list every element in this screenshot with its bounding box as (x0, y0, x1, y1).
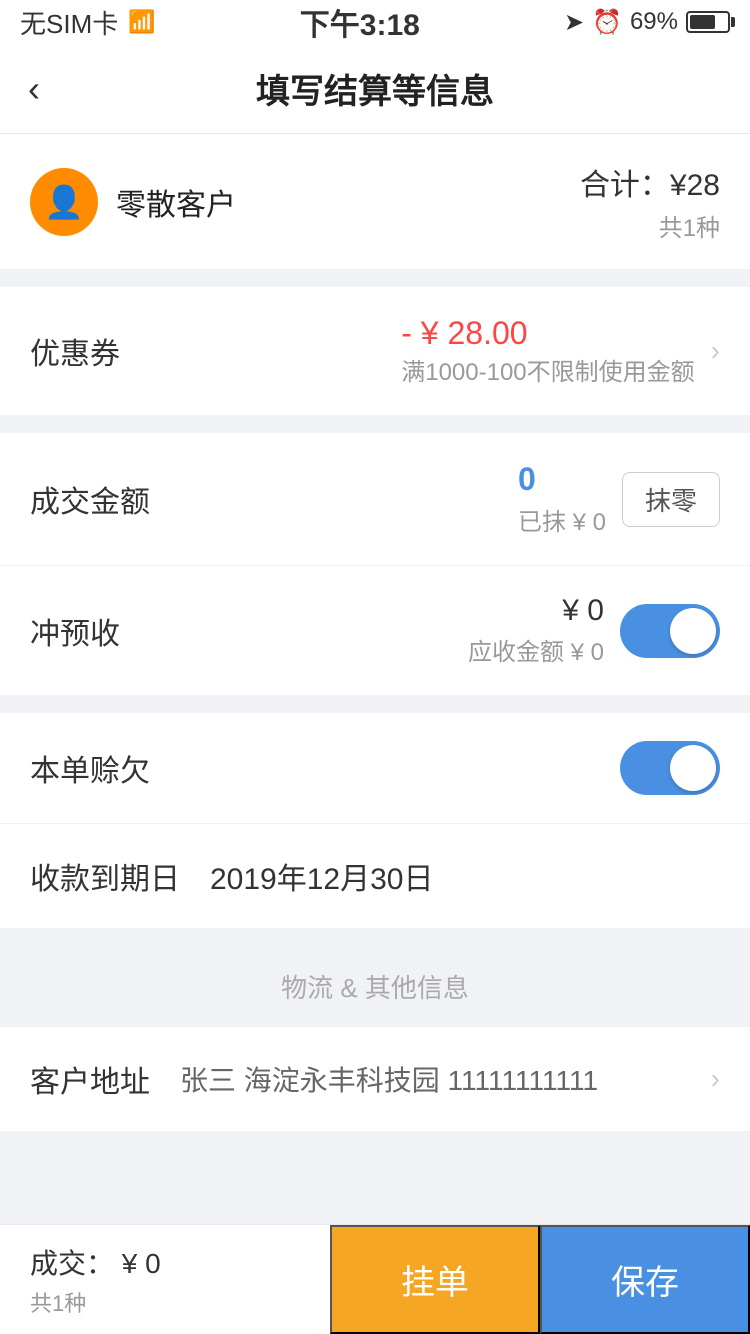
bottom-deal-amount: ¥ 0 (122, 1248, 161, 1279)
save-button[interactable]: 保存 (540, 1225, 750, 1334)
wifi-icon: 📶 (128, 9, 155, 35)
deal-amount-label: 成交金额 (30, 477, 150, 521)
coupon-description: 满1000-100不限制使用金额 (401, 352, 694, 387)
coupon-section: 优惠券 - ¥ 28.00 满1000-100不限制使用金额 › (0, 287, 750, 415)
battery-percent: 69% (630, 8, 678, 36)
back-button[interactable]: ‹ (28, 68, 40, 110)
coupon-value-area: - ¥ 28.00 满1000-100不限制使用金额 (401, 315, 694, 387)
prepayment-value: ¥ 0 (468, 594, 604, 628)
prepayment-row: 冲预收 ¥ 0 应收金额 ¥ 0 (0, 566, 750, 695)
alarm-icon: ⏰ (592, 8, 622, 37)
address-chevron-icon: › (711, 1063, 720, 1095)
address-row[interactable]: 客户地址 张三 海淀永丰科技园 11111111111 › (0, 1027, 750, 1131)
credit-toggle-knob (670, 745, 716, 791)
location-icon: ➤ (564, 8, 584, 37)
deal-amount-sub: 已抹 ¥ 0 (518, 502, 606, 537)
status-left: 无SIM卡 📶 (20, 4, 156, 41)
prepayment-toggle[interactable] (620, 604, 720, 658)
chevron-right-icon: › (711, 335, 720, 367)
status-time: 下午3:18 (300, 0, 420, 44)
avatar-icon: 👤 (44, 183, 84, 221)
deal-amount-value: 0 (518, 461, 606, 498)
address-section: 客户地址 张三 海淀永丰科技园 11111111111 › (0, 1027, 750, 1131)
customer-right: 合计：¥28 共1种 (580, 160, 720, 243)
customer-row: 👤 零散客户 合计：¥28 共1种 (0, 134, 750, 269)
page-title: 填写结算等信息 (256, 64, 494, 113)
logistics-header-text: 物流 & 其他信息 (281, 973, 469, 1003)
content-area: 👤 零散客户 合计：¥28 共1种 优惠券 - ¥ 28.00 满1000-10… (0, 134, 750, 1269)
coupon-row[interactable]: 优惠券 - ¥ 28.00 满1000-100不限制使用金额 › (0, 287, 750, 415)
prepayment-right: ¥ 0 应收金额 ¥ 0 (468, 594, 720, 667)
total-count: 共1种 (580, 208, 720, 243)
bottom-count: 共1种 (30, 1286, 300, 1318)
avatar: 👤 (30, 168, 98, 236)
deal-amount-row: 成交金额 0 已抹 ¥ 0 抹零 (0, 433, 750, 566)
due-date-value: 2019年12月30日 (210, 854, 433, 898)
prepayment-sub: 应收金额 ¥ 0 (468, 632, 604, 667)
due-date-row: 收款到期日 2019年12月30日 (0, 824, 750, 928)
coupon-label: 优惠券 (30, 329, 120, 373)
credit-right (620, 741, 720, 795)
deal-amount-value-area: 0 已抹 ¥ 0 (518, 461, 606, 537)
hold-button[interactable]: 挂单 (330, 1225, 540, 1334)
coupon-right: - ¥ 28.00 满1000-100不限制使用金额 › (401, 315, 720, 387)
nav-bar: ‹ 填写结算等信息 (0, 44, 750, 134)
amount-section: 成交金额 0 已抹 ¥ 0 抹零 冲预收 ¥ 0 应收金额 ¥ 0 (0, 433, 750, 695)
deal-amount-right: 0 已抹 ¥ 0 抹零 (518, 461, 720, 537)
due-date-label: 收款到期日 (30, 854, 180, 898)
address-label: 客户地址 (30, 1057, 150, 1101)
credit-row: 本单赊欠 (0, 713, 750, 824)
total-amount: 合计：¥28 (580, 160, 720, 204)
bottom-deal-label: 成交： (30, 1248, 114, 1279)
prepayment-value-area: ¥ 0 应收金额 ¥ 0 (468, 594, 604, 667)
credit-section: 本单赊欠 收款到期日 2019年12月30日 (0, 713, 750, 928)
status-right: ➤ ⏰ 69% (564, 8, 730, 37)
address-value: 张三 海淀永丰科技园 11111111111 (180, 1059, 681, 1099)
toggle-knob (670, 608, 716, 654)
customer-left: 👤 零散客户 (30, 168, 236, 236)
logistics-header: 物流 & 其他信息 (0, 946, 750, 1027)
customer-name: 零散客户 (116, 180, 236, 224)
sim-text: 无SIM卡 (20, 4, 118, 41)
battery-icon (686, 11, 730, 33)
bottom-bar: 成交： ¥ 0 共1种 挂单 保存 (0, 1224, 750, 1334)
status-bar: 无SIM卡 📶 下午3:18 ➤ ⏰ 69% (0, 0, 750, 44)
prepayment-label: 冲预收 (30, 609, 120, 653)
bottom-info: 成交： ¥ 0 共1种 (0, 1225, 330, 1334)
discount-amount: - ¥ 28.00 (401, 315, 694, 352)
credit-label: 本单赊欠 (30, 746, 150, 790)
bottom-deal: 成交： ¥ 0 (30, 1242, 300, 1282)
credit-toggle[interactable] (620, 741, 720, 795)
round-zero-button[interactable]: 抹零 (622, 472, 720, 527)
